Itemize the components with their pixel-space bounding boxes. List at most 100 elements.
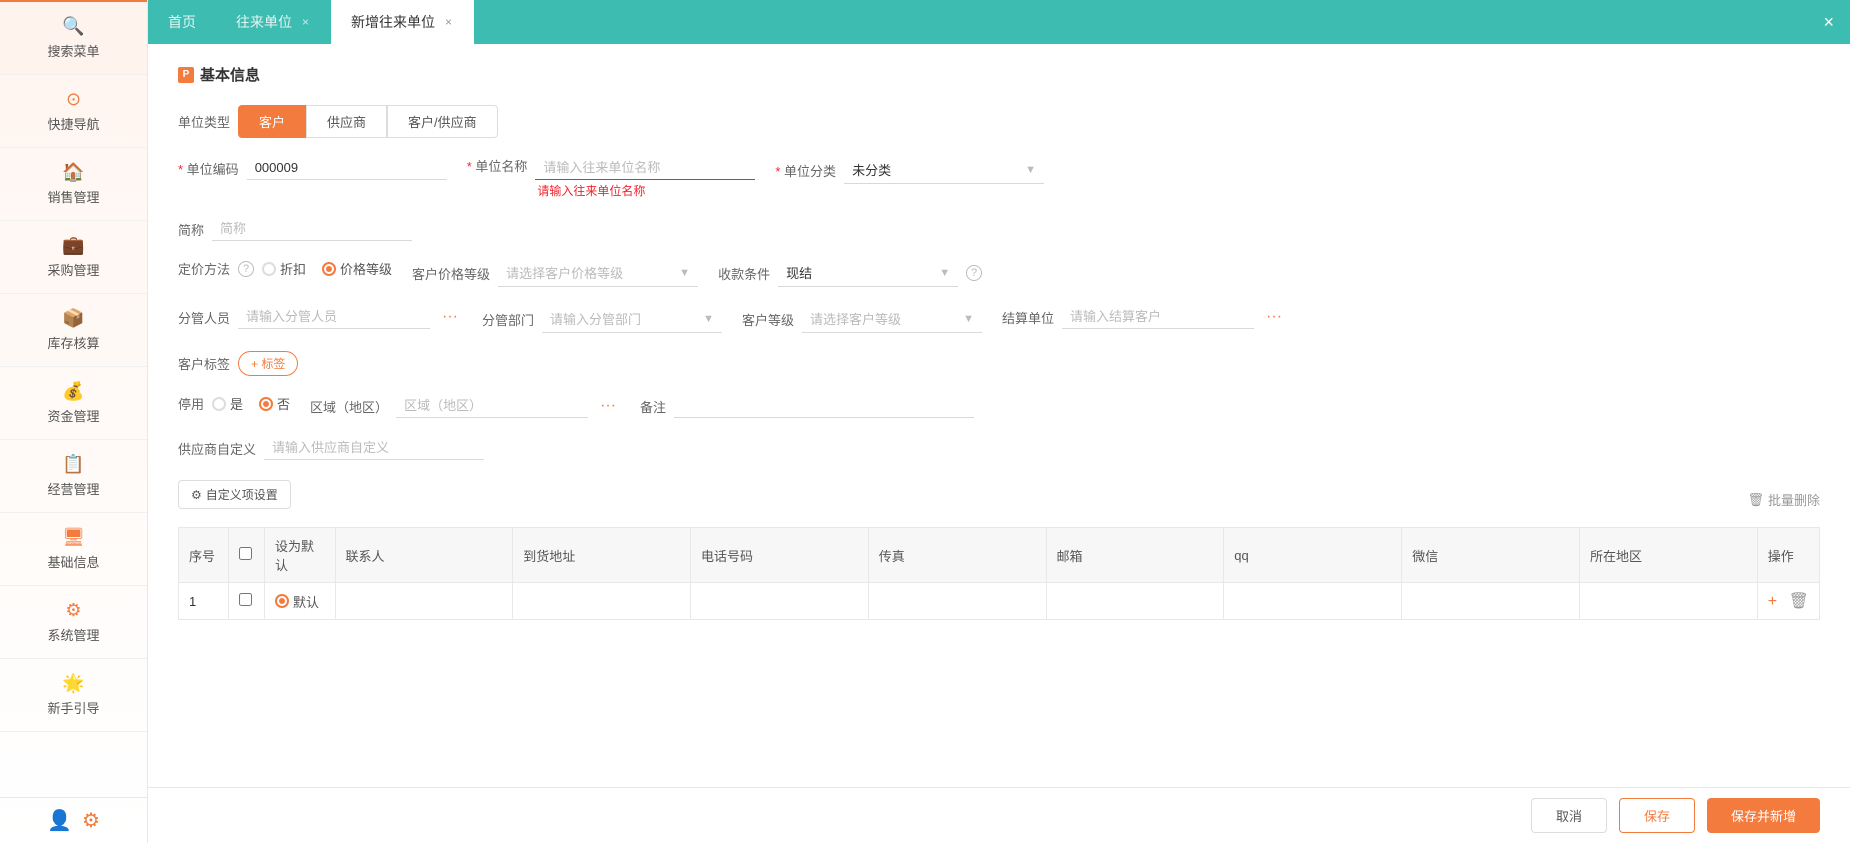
- sidebar-item-system[interactable]: ⚙ 系统管理: [0, 586, 147, 659]
- unit-info-row: 单位编码 单位名称 请输入往来单位名称 单位分类 未分类 ▼: [178, 156, 1820, 199]
- row-default-radio[interactable]: 默认: [275, 592, 325, 611]
- yes-radio-dot: [212, 397, 226, 411]
- cell-wechat[interactable]: [1402, 583, 1580, 620]
- wechat-input[interactable]: [1412, 594, 1569, 609]
- tab-contacts-close[interactable]: ×: [300, 13, 311, 31]
- tab-new-contact-close[interactable]: ×: [443, 13, 454, 31]
- pricing-label: 定价方法: [178, 259, 230, 278]
- contacts-table: 序号 设为默认 联系人 到货地址 电话号码 传真 邮箱 qq 微信 所在地区 操…: [178, 527, 1820, 620]
- add-row-button[interactable]: +: [1768, 593, 1777, 610]
- settlement-input[interactable]: [1062, 305, 1254, 329]
- unit-category-select[interactable]: 未分类 ▼: [844, 156, 1044, 184]
- delete-row-button[interactable]: 🗑: [1789, 593, 1809, 610]
- col-checkbox[interactable]: [229, 528, 265, 583]
- search-icon: 🔍: [62, 16, 84, 37]
- save-new-button[interactable]: 保存并新增: [1707, 798, 1820, 833]
- tab-new-contact[interactable]: 新增往来单位 ×: [331, 0, 474, 44]
- cell-checkbox[interactable]: [229, 583, 265, 620]
- phone-input[interactable]: [701, 594, 858, 609]
- col-action: 操作: [1757, 528, 1819, 583]
- fax-input[interactable]: [879, 594, 1036, 609]
- region-input[interactable]: [396, 394, 588, 418]
- manager-label: 分管人员: [178, 308, 230, 327]
- customer-level-select[interactable]: 请选择客户等级 ▼: [802, 305, 982, 333]
- disabled-yes[interactable]: 是: [212, 394, 243, 413]
- sidebar-item-guide[interactable]: 🌟 新手引导: [0, 659, 147, 732]
- sidebar-item-inventory[interactable]: 📦 库存核算: [0, 294, 147, 367]
- sidebar-item-basic-info[interactable]: 🖥 基础信息: [0, 513, 147, 586]
- payment-terms-select[interactable]: 现结 ▼: [778, 259, 958, 287]
- qq-input[interactable]: [1234, 594, 1391, 609]
- category-chevron-icon: ▼: [1025, 164, 1036, 176]
- customer-level-label: 客户等级: [742, 310, 794, 329]
- payment-terms-label: 收款条件: [718, 264, 770, 283]
- add-tag-button[interactable]: + 标签: [238, 351, 298, 376]
- sidebar-item-purchase[interactable]: 💼 采购管理: [0, 221, 147, 294]
- disabled-field: 停用 是 否: [178, 394, 290, 413]
- sidebar-item-sales[interactable]: 🏠 销售管理: [0, 148, 147, 221]
- manager-input[interactable]: [238, 305, 430, 329]
- custom-settings-button[interactable]: ⚙ 自定义项设置: [178, 480, 291, 509]
- contact-input[interactable]: [346, 594, 503, 609]
- discount-radio-dot: [262, 262, 276, 276]
- manager-row: 分管人员 ··· 分管部门 请输入分管部门 ▼ 客户等级 请选择客户等级 ▼ 结…: [178, 305, 1820, 333]
- sidebar-item-management[interactable]: 📋 经营管理: [0, 440, 147, 513]
- settlement-ellipsis[interactable]: ···: [1262, 308, 1286, 326]
- tab-home[interactable]: 首页: [148, 0, 216, 44]
- region-ellipsis[interactable]: ···: [596, 397, 620, 415]
- save-button[interactable]: 保存: [1619, 798, 1695, 833]
- select-all-checkbox[interactable]: [239, 547, 252, 560]
- cell-fax[interactable]: [868, 583, 1046, 620]
- cell-phone[interactable]: [691, 583, 869, 620]
- supplier-custom-field: 供应商自定义: [178, 436, 484, 460]
- tag-field: 客户标签 + 标签: [178, 351, 298, 376]
- email-input[interactable]: [1057, 594, 1214, 609]
- col-wechat: 微信: [1402, 528, 1580, 583]
- sidebar-item-quick-nav[interactable]: ⊙ 快捷导航: [0, 75, 147, 148]
- disabled-row: 停用 是 否 区域（地区） ··· 备注: [178, 394, 1820, 418]
- cell-qq[interactable]: [1224, 583, 1402, 620]
- disabled-label: 停用: [178, 394, 204, 413]
- cell-contact[interactable]: [335, 583, 513, 620]
- unit-btn-supplier[interactable]: 供应商: [306, 105, 387, 138]
- pricing-radio-level[interactable]: 价格等级: [322, 259, 392, 278]
- short-name-input[interactable]: [212, 217, 412, 241]
- main-area: 首页 往来单位 × 新增往来单位 × × P 基本信息 单位类型 客户 供应商 …: [148, 0, 1850, 843]
- col-index: 序号: [179, 528, 229, 583]
- unit-btn-both[interactable]: 客户/供应商: [387, 105, 498, 138]
- remark-input[interactable]: [674, 394, 974, 418]
- payment-help-icon[interactable]: ?: [966, 265, 982, 281]
- settings-icon[interactable]: ⚙: [82, 808, 100, 833]
- cell-region[interactable]: [1579, 583, 1757, 620]
- user-icon[interactable]: 👤: [47, 808, 72, 833]
- pricing-radio-discount[interactable]: 折扣: [262, 259, 306, 278]
- row-checkbox[interactable]: [239, 593, 252, 606]
- purchase-icon: 💼: [62, 235, 84, 256]
- region-row-input[interactable]: [1590, 594, 1747, 609]
- unit-btn-customer[interactable]: 客户: [238, 105, 306, 138]
- sidebar-item-finance[interactable]: 💰 资金管理: [0, 367, 147, 440]
- cell-address[interactable]: [513, 583, 691, 620]
- tab-bar-close-all[interactable]: ×: [1823, 12, 1834, 33]
- manager-ellipsis[interactable]: ···: [438, 308, 462, 326]
- cancel-button[interactable]: 取消: [1531, 798, 1607, 833]
- pricing-help-icon[interactable]: ?: [238, 261, 254, 277]
- customer-price-field: 客户价格等级 请选择客户价格等级 ▼: [412, 259, 698, 287]
- tab-contacts[interactable]: 往来单位 ×: [216, 0, 331, 44]
- delete-icon: 🗑: [1747, 492, 1764, 508]
- customer-price-select[interactable]: 请选择客户价格等级 ▼: [498, 259, 698, 287]
- level-radio-dot: [322, 262, 336, 276]
- dept-select[interactable]: 请输入分管部门 ▼: [542, 305, 722, 333]
- sidebar-item-search[interactable]: 🔍 搜索菜单: [0, 0, 147, 75]
- supplier-custom-row: 供应商自定义: [178, 436, 1820, 460]
- unit-name-input[interactable]: [535, 156, 755, 180]
- unit-code-input[interactable]: [247, 156, 447, 180]
- cell-email[interactable]: [1046, 583, 1224, 620]
- row-default-dot: [275, 594, 289, 608]
- disabled-no[interactable]: 否: [259, 394, 290, 413]
- supplier-custom-input[interactable]: [264, 436, 484, 460]
- manager-field: 分管人员 ···: [178, 305, 462, 329]
- col-phone: 电话号码: [691, 528, 869, 583]
- batch-delete-button[interactable]: 🗑 批量删除: [1747, 490, 1820, 509]
- address-input[interactable]: [523, 594, 680, 609]
